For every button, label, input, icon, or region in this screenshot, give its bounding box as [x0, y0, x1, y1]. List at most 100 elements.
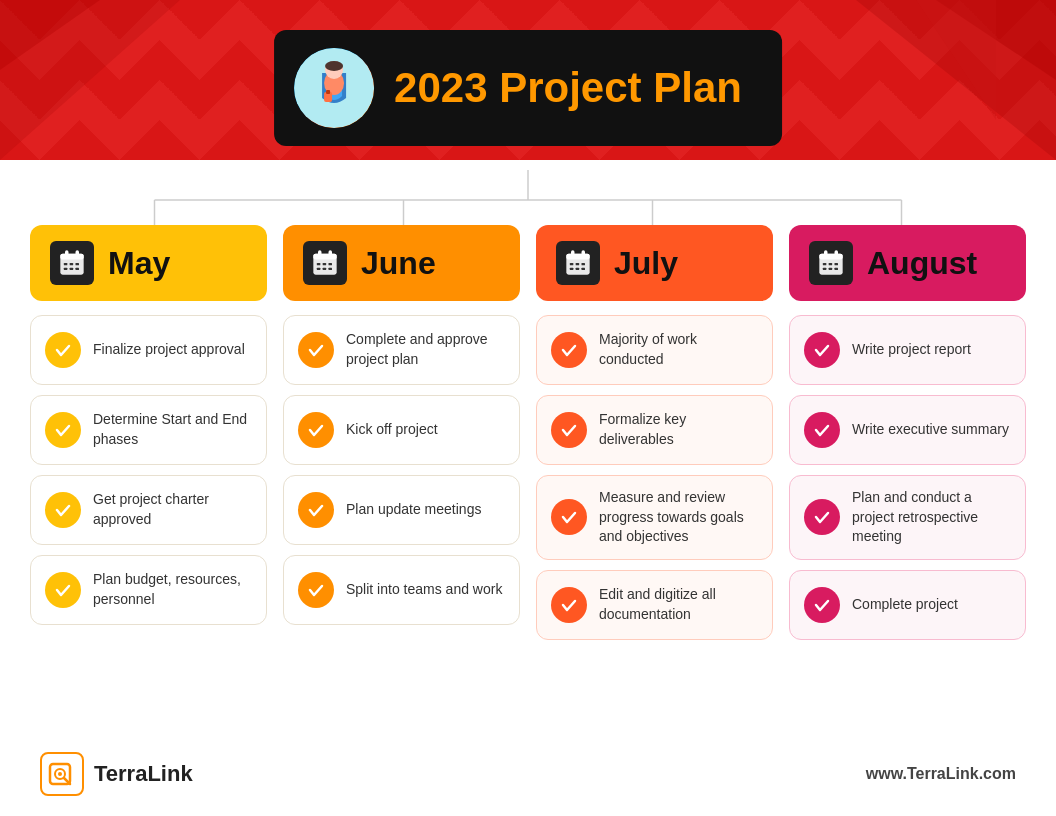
svg-point-55	[58, 772, 62, 776]
svg-rect-38	[582, 263, 586, 265]
svg-rect-26	[317, 263, 321, 265]
avatar	[294, 48, 374, 128]
month-name-august: August	[867, 245, 977, 282]
month-header-july: July	[536, 225, 773, 301]
connector-area	[30, 170, 1026, 225]
svg-rect-16	[64, 263, 68, 265]
svg-rect-39	[570, 268, 574, 270]
month-header-may: May	[30, 225, 267, 301]
website-url: www.TerraLink.com	[866, 765, 1016, 783]
check-icon	[298, 412, 334, 448]
task-text: Split into teams and work	[346, 580, 502, 600]
check-icon	[804, 499, 840, 535]
month-name-june: June	[361, 245, 436, 282]
check-icon	[804, 587, 840, 623]
calendar-icon	[809, 241, 853, 285]
svg-rect-47	[829, 263, 833, 265]
svg-rect-44	[824, 250, 828, 257]
footer: TerraLink www.TerraLink.com	[0, 752, 1056, 796]
column-july: July Majority of work conducted Formaliz…	[536, 225, 773, 640]
task-text: Measure and review progress towards goal…	[599, 488, 758, 547]
svg-rect-37	[576, 263, 580, 265]
task-text: Plan and conduct a project retrospective…	[852, 488, 1011, 547]
task-card: Complete and approve project plan	[283, 315, 520, 385]
check-icon	[551, 332, 587, 368]
task-card: Write project report	[789, 315, 1026, 385]
svg-rect-33	[566, 254, 589, 260]
svg-rect-18	[76, 263, 80, 265]
svg-rect-49	[823, 268, 827, 270]
svg-rect-25	[329, 250, 333, 257]
month-name-may: May	[108, 245, 170, 282]
month-header-june: June	[283, 225, 520, 301]
task-card: Get project charter approved	[30, 475, 267, 545]
task-text: Formalize key deliverables	[599, 410, 758, 449]
check-icon	[804, 332, 840, 368]
check-icon	[551, 587, 587, 623]
page-title: 2023 Project Plan	[394, 64, 742, 112]
svg-rect-19	[64, 268, 68, 270]
calendar-icon	[303, 241, 347, 285]
svg-rect-21	[76, 268, 80, 270]
check-icon	[551, 412, 587, 448]
svg-rect-46	[823, 263, 827, 265]
task-text: Write executive summary	[852, 420, 1009, 440]
svg-point-3	[325, 61, 343, 71]
svg-rect-31	[329, 268, 333, 270]
task-text: Plan budget, resources, personnel	[93, 570, 252, 609]
svg-rect-5	[326, 90, 330, 94]
top-banner: 2023 Project Plan	[0, 0, 1056, 160]
brand-name: TerraLink	[94, 761, 193, 787]
svg-rect-40	[576, 268, 580, 270]
svg-rect-29	[317, 268, 321, 270]
task-text: Get project charter approved	[93, 490, 252, 529]
svg-rect-43	[819, 254, 842, 260]
columns-wrapper: May Finalize project approval Determine …	[30, 225, 1026, 640]
title-box: 2023 Project Plan	[274, 30, 782, 146]
task-card: Kick off project	[283, 395, 520, 465]
svg-rect-27	[323, 263, 327, 265]
check-icon	[45, 332, 81, 368]
svg-rect-30	[323, 268, 327, 270]
task-card: Formalize key deliverables	[536, 395, 773, 465]
task-card: Measure and review progress towards goal…	[536, 475, 773, 560]
task-text: Complete project	[852, 595, 958, 615]
check-icon	[551, 499, 587, 535]
task-card: Finalize project approval	[30, 315, 267, 385]
brand: TerraLink	[40, 752, 193, 796]
svg-rect-28	[329, 263, 333, 265]
check-icon	[298, 332, 334, 368]
task-card: Write executive summary	[789, 395, 1026, 465]
svg-rect-36	[570, 263, 574, 265]
connector-svg	[30, 170, 1026, 225]
task-text: Determine Start and End phases	[93, 410, 252, 449]
task-text: Write project report	[852, 340, 971, 360]
calendar-icon	[50, 241, 94, 285]
svg-rect-14	[65, 250, 69, 257]
check-icon	[804, 412, 840, 448]
svg-rect-45	[835, 250, 839, 257]
brand-logo	[40, 752, 84, 796]
svg-rect-23	[313, 254, 336, 260]
main-content: May Finalize project approval Determine …	[0, 160, 1056, 660]
task-text: Edit and digitize all documentation	[599, 585, 758, 624]
check-icon	[45, 572, 81, 608]
calendar-icon	[556, 241, 600, 285]
svg-rect-20	[70, 268, 74, 270]
svg-rect-51	[835, 268, 839, 270]
task-text: Finalize project approval	[93, 340, 245, 360]
column-august: August Write project report Write execut…	[789, 225, 1026, 640]
task-card: Complete project	[789, 570, 1026, 640]
svg-rect-17	[70, 263, 74, 265]
column-june: June Complete and approve project plan K…	[283, 225, 520, 640]
svg-rect-15	[76, 250, 80, 257]
month-name-july: July	[614, 245, 678, 282]
svg-rect-24	[318, 250, 322, 257]
check-icon	[298, 492, 334, 528]
svg-rect-50	[829, 268, 833, 270]
svg-rect-34	[571, 250, 575, 257]
task-card: Plan and conduct a project retrospective…	[789, 475, 1026, 560]
column-may: May Finalize project approval Determine …	[30, 225, 267, 640]
task-card: Edit and digitize all documentation	[536, 570, 773, 640]
check-icon	[45, 412, 81, 448]
